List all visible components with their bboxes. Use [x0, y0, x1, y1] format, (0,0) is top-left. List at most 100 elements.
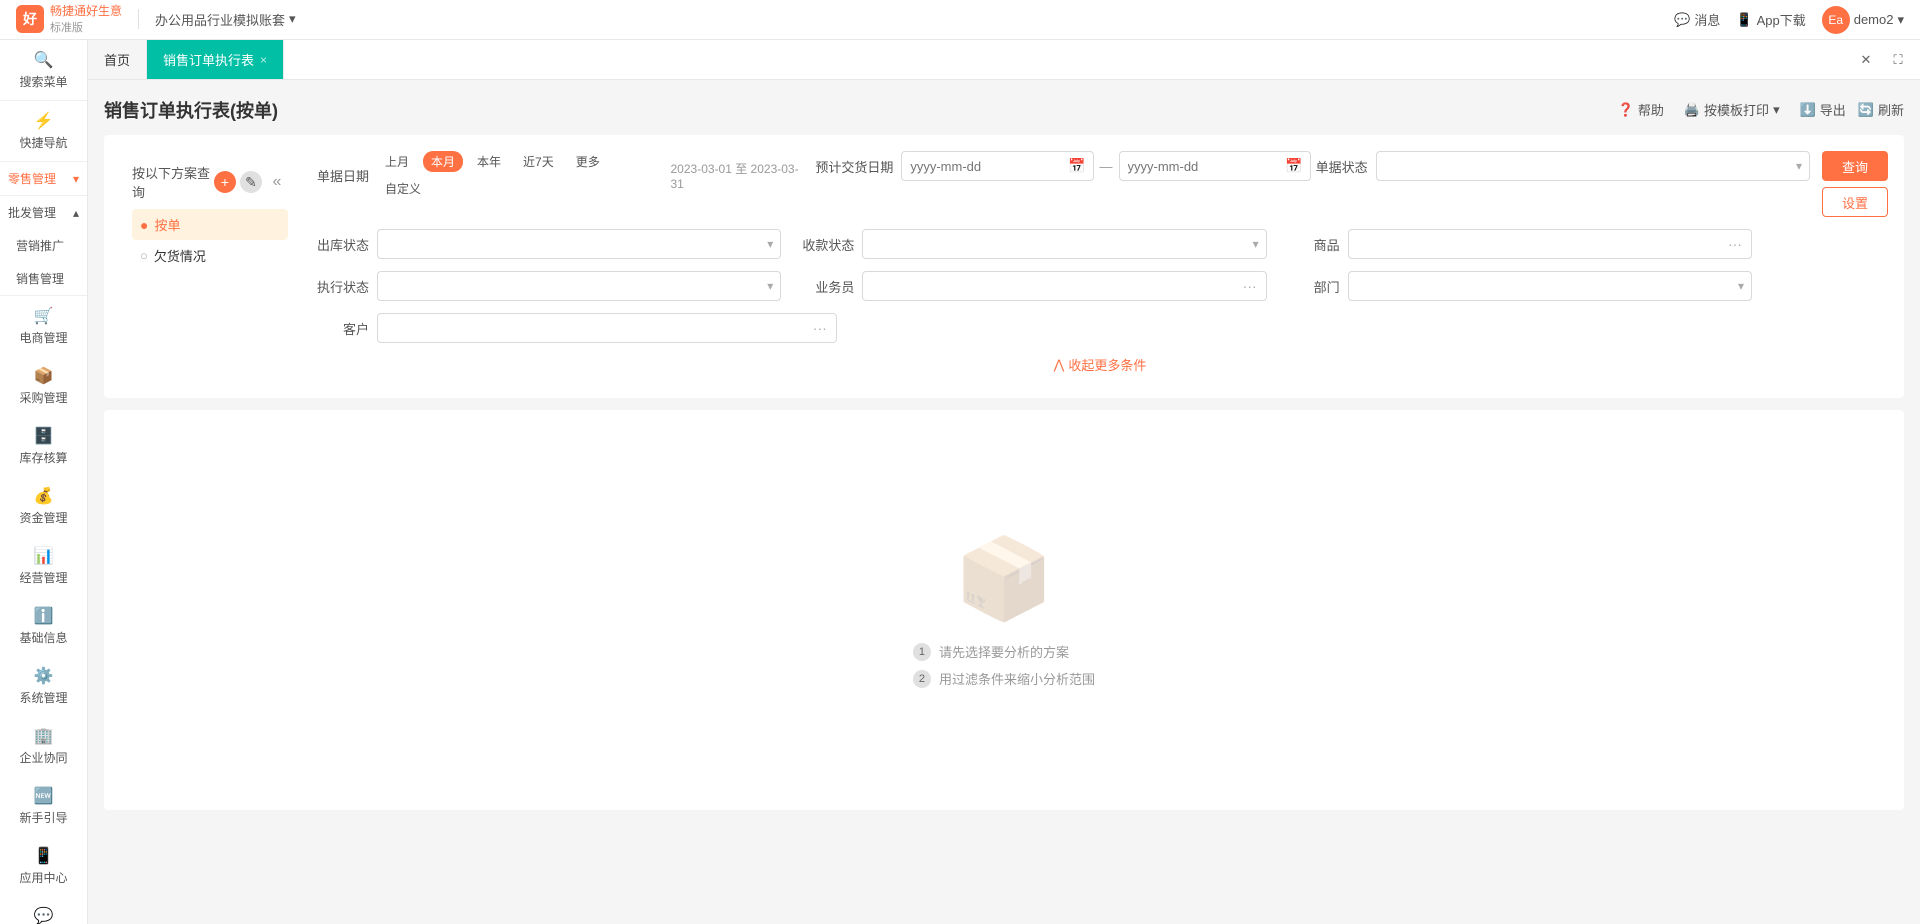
product-input[interactable] — [1348, 229, 1752, 259]
scheme-add-btn[interactable]: + — [214, 171, 236, 193]
marketing-label: 营销推广 — [16, 239, 64, 253]
filter-product: 商品 ··· — [1283, 229, 1752, 259]
setting-btn[interactable]: 设置 — [1822, 187, 1888, 217]
scheme-edit-btn[interactable]: ✎ — [240, 171, 262, 193]
dept-select-wrap: ▾ — [1348, 271, 1752, 301]
sidebar-item-finance[interactable]: 💰 资金管理 — [0, 476, 87, 536]
tab-maximize-btn[interactable]: ⛶ — [1884, 46, 1912, 74]
date-filter-controls: 上月 本月 本年 近7天 更多 自定义 2023-03-01 至 2023-03… — [377, 151, 811, 199]
sidebar-item-ecommerce[interactable]: 🛒 电商管理 — [0, 296, 87, 356]
user-name: demo2 — [1854, 12, 1894, 27]
payment-status-select[interactable]: ▾ — [862, 229, 1266, 259]
tab-sales-execution[interactable]: 销售订单执行表 × — [147, 40, 284, 79]
delivery-status-select-wrap: ▾ — [377, 229, 781, 259]
dept-select[interactable]: ▾ — [1348, 271, 1752, 301]
separator — [138, 9, 139, 29]
collapse-more-btn[interactable]: ⋀ 收起更多条件 — [312, 347, 1888, 382]
refresh-label: 刷新 — [1878, 100, 1904, 119]
date-btn-this-month[interactable]: 本月 — [423, 151, 463, 172]
sidebar-item-inventory[interactable]: 🗄️ 库存核算 — [0, 416, 87, 476]
retail-arrow-icon: ▾ — [73, 172, 79, 186]
empty-tip-2: 2 用过滤条件来缩小分析范围 — [913, 669, 1095, 688]
product-more-btn[interactable]: ··· — [1724, 236, 1746, 252]
sidebar-item-purchase[interactable]: 📦 采购管理 — [0, 356, 87, 416]
download-icon: 📱 — [1736, 12, 1752, 28]
scheme-item-by-order[interactable]: ● 按单 — [132, 209, 288, 240]
payment-status-label: 收款状态 — [797, 235, 862, 254]
exec-status-select[interactable]: ▾ — [377, 271, 781, 301]
sidebar-label-app-center: 应用中心 — [19, 869, 67, 886]
user-avatar-btn[interactable]: Ea demo2 ▾ — [1822, 6, 1904, 34]
app-download-btn[interactable]: 📱 App下载 — [1736, 10, 1805, 29]
expected-date-end-input[interactable] — [1119, 151, 1311, 181]
sidebar-label-inventory: 库存核算 — [19, 449, 67, 466]
content-area: 首页 销售订单执行表 × ✕ ⛶ 销售订单执行表(按单) — [88, 40, 1920, 924]
page-title: 销售订单执行表(按单) — [104, 97, 278, 123]
expected-date-start-wrap: 📅 — [901, 151, 1093, 181]
inventory-icon: 🗄️ — [34, 426, 54, 446]
tab-home[interactable]: 首页 — [88, 40, 147, 79]
filter-doc-status: 单据状态 ▾ — [1311, 151, 1810, 181]
salesperson-more-btn[interactable]: ··· — [1239, 278, 1261, 294]
ecommerce-icon: 🛒 — [34, 306, 54, 326]
sidebar-group-wholesale[interactable]: 批发管理 ▴ — [0, 196, 87, 229]
customer-more-btn[interactable]: ··· — [809, 320, 831, 336]
payment-status-arrow: ▾ — [1253, 237, 1259, 251]
sidebar: 🔍 搜索菜单 ⚡ 快捷导航 零售管理 ▾ 批发管理 ▴ 营销推广 — [0, 40, 88, 924]
export-btn[interactable]: ⬇️ 导出 — [1800, 100, 1846, 119]
help-btn[interactable]: ❓ 帮助 — [1618, 100, 1664, 119]
date-btn-last-month[interactable]: 上月 — [377, 151, 417, 172]
sidebar-item-quick-nav[interactable]: ⚡ 快捷导航 — [0, 101, 87, 161]
date-btn-more[interactable]: 更多 — [568, 151, 608, 172]
delivery-status-arrow: ▾ — [767, 237, 773, 251]
customer-input-wrap: ··· — [377, 313, 837, 343]
export-icon: ⬇️ — [1800, 102, 1816, 118]
tab-minimize-btn[interactable]: ✕ — [1852, 46, 1880, 74]
empty-state: 📦 1 请先选择要分析的方案 2 用过滤条件来缩小分析范围 — [893, 452, 1115, 768]
filter-row-4: 客户 ··· — [312, 313, 1888, 343]
help-icon: ❓ — [1618, 102, 1634, 118]
page-content: 销售订单执行表(按单) ❓ 帮助 🖨️ 按模板打印 ▾ ⬇️ 导出 — [88, 80, 1920, 924]
sidebar-item-marketing[interactable]: 营销推广 — [0, 229, 87, 262]
sidebar-item-app-center[interactable]: 📱 应用中心 — [0, 836, 87, 896]
query-btn[interactable]: 查询 — [1822, 151, 1888, 181]
tip-num-2: 2 — [913, 670, 931, 688]
scheme-item-shortage[interactable]: ○ 欠货情况 — [132, 240, 288, 271]
new-user-icon: 🆕 — [34, 786, 54, 806]
tip-num-1: 1 — [913, 643, 931, 661]
page-title-bar: 销售订单执行表(按单) ❓ 帮助 🖨️ 按模板打印 ▾ ⬇️ 导出 — [104, 96, 1904, 123]
delivery-status-select[interactable]: ▾ — [377, 229, 781, 259]
logo-area: 好 畅捷通好生意 标准版 — [16, 4, 122, 34]
sidebar-item-new-user[interactable]: 🆕 新手引导 — [0, 776, 87, 836]
empty-illustration: 📦 — [954, 532, 1054, 626]
enterprise-icon: 🏢 — [34, 726, 54, 746]
filter-dept: 部门 ▾ — [1283, 271, 1752, 301]
sidebar-label-system: 系统管理 — [19, 689, 67, 706]
scheme-panel-actions: + ✎ « — [214, 171, 288, 193]
sidebar-item-sales-mgmt[interactable]: 销售管理 — [0, 262, 87, 295]
sidebar-item-corp-wechat[interactable]: 💬 企业微信 — [0, 896, 87, 924]
sidebar-item-operation[interactable]: 📊 经营管理 — [0, 536, 87, 596]
customer-input[interactable] — [377, 313, 837, 343]
tab-close-icon[interactable]: × — [260, 53, 267, 67]
expected-date-start-input[interactable] — [901, 151, 1093, 181]
salesperson-input[interactable] — [862, 271, 1266, 301]
print-template-btn[interactable]: 🖨️ 按模板打印 ▾ — [1676, 96, 1788, 123]
refresh-btn[interactable]: 🔄 刷新 — [1858, 100, 1904, 119]
expected-date-label: 预计交货日期 — [811, 157, 901, 176]
message-btn[interactable]: 💬 消息 — [1674, 10, 1720, 29]
scheme-panel-title: 按以下方案查询 — [132, 163, 214, 201]
date-quick-filters: 上月 本月 本年 近7天 更多 自定义 — [377, 151, 665, 199]
scheme-collapse-btn[interactable]: « — [266, 171, 288, 193]
date-btn-this-year[interactable]: 本年 — [469, 151, 509, 172]
doc-status-select[interactable]: ▾ — [1376, 151, 1810, 181]
app-selector[interactable]: 办公用品行业模拟账套 ▾ — [155, 10, 296, 29]
sidebar-item-search[interactable]: 🔍 搜索菜单 — [0, 40, 87, 100]
sidebar-item-enterprise[interactable]: 🏢 企业协同 — [0, 716, 87, 776]
export-label: 导出 — [1820, 100, 1846, 119]
sidebar-item-basic[interactable]: ℹ️ 基础信息 — [0, 596, 87, 656]
date-btn-custom[interactable]: 自定义 — [377, 178, 429, 199]
date-btn-7days[interactable]: 近7天 — [515, 151, 562, 172]
sidebar-item-system[interactable]: ⚙️ 系统管理 — [0, 656, 87, 716]
sidebar-group-retail[interactable]: 零售管理 ▾ — [0, 162, 87, 195]
